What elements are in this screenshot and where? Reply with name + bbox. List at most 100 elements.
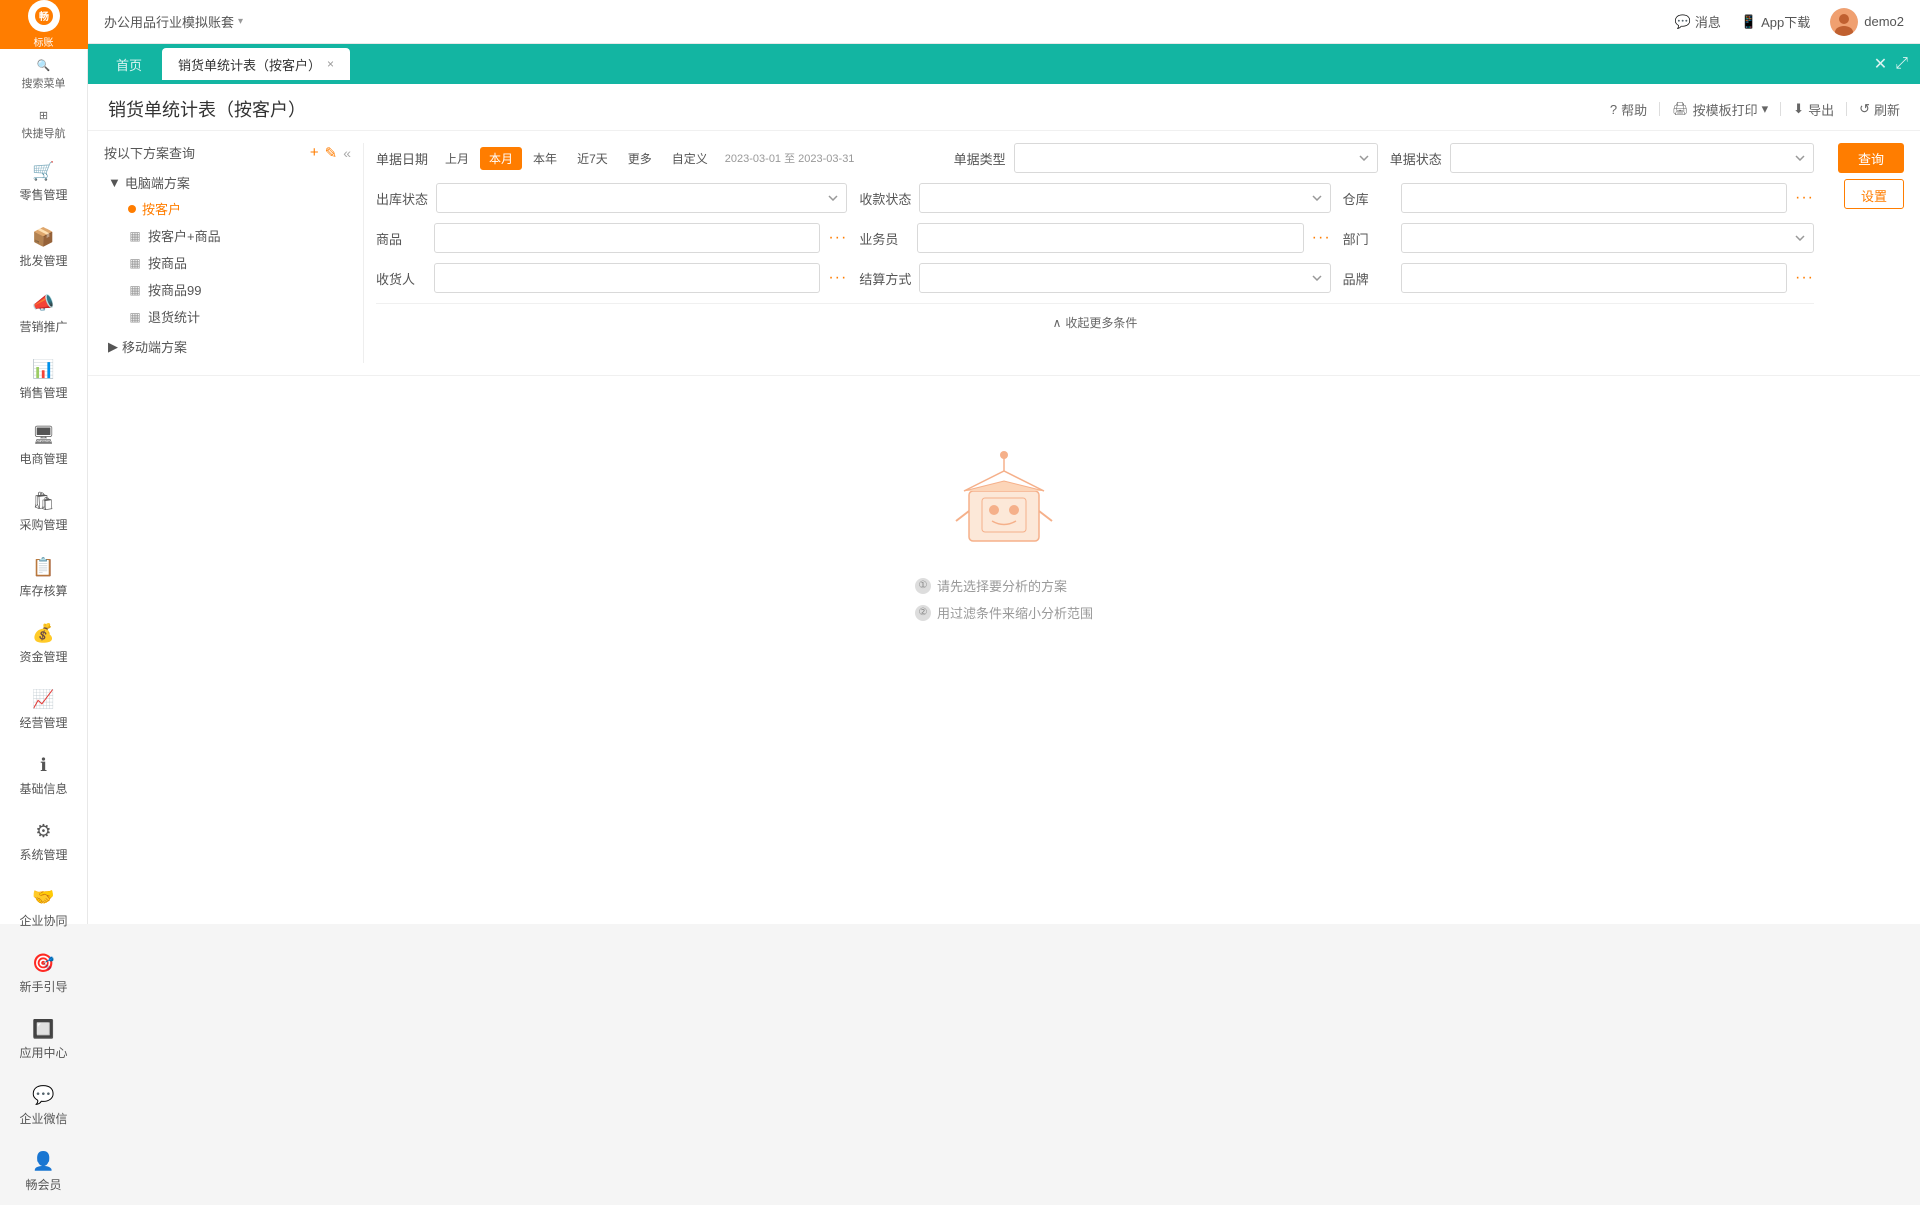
sidebar-item-15[interactable]: 👤 畅会员: [19, 1139, 67, 1205]
scheme-item-label: 按客户+商品: [148, 226, 221, 245]
receiver-label: 收货人: [376, 269, 426, 288]
sidebar-item-8[interactable]: 📈 经营管理: [19, 677, 67, 743]
date-preset-0[interactable]: 上月: [436, 147, 478, 170]
export-button[interactable]: ⬇ 导出: [1793, 100, 1834, 119]
sidebar-item-11[interactable]: 🤝 企业协同: [19, 875, 67, 941]
sidebar-item-5[interactable]: 🛍 采购管理: [19, 479, 67, 545]
receiver-input[interactable]: [434, 263, 820, 293]
search-icon: 🔍: [37, 59, 51, 72]
scheme-group-header-0[interactable]: ▼ 电脑端方案: [104, 170, 351, 195]
scheme-item-0-0[interactable]: 按客户: [104, 195, 351, 222]
payment-label: 收款状态: [859, 189, 911, 208]
sidebar-label-15: 畅会员: [25, 1176, 61, 1193]
goods-dots[interactable]: ···: [828, 229, 847, 247]
sidebar-label-9: 基础信息: [19, 780, 67, 797]
industry-selector[interactable]: 办公用品行业模拟账套 ▾: [104, 12, 243, 31]
tab-home-label: 首页: [116, 55, 142, 74]
print-arrow: ▾: [1762, 101, 1769, 117]
scheme-item-0-1[interactable]: ▦ 按客户+商品: [104, 222, 351, 249]
restore-icon[interactable]: ✕: [1874, 54, 1887, 74]
sidebar-item-14[interactable]: 💬 企业微信: [19, 1073, 67, 1139]
salesperson-dots[interactable]: ···: [1312, 229, 1331, 247]
sidebar-item-9[interactable]: ℹ 基础信息: [19, 743, 67, 809]
app-download-button[interactable]: 📱 App下载: [1741, 12, 1810, 31]
sidebar-item-4[interactable]: 🖥 电商管理: [19, 413, 67, 479]
scheme-group-header-1[interactable]: ▶ 移动端方案: [104, 334, 351, 359]
filter-right-section: 单据日期 上月本月本年近7天更多自定义 2023-03-01 至 2023-03…: [376, 143, 1904, 363]
query-button[interactable]: 查询: [1838, 143, 1904, 173]
sidebar-item-10[interactable]: ⚙ 系统管理: [19, 809, 67, 875]
search-menu-item[interactable]: 🔍 搜索菜单: [0, 49, 87, 101]
tab-close-icon[interactable]: ×: [327, 57, 334, 71]
salesperson-input[interactable]: [917, 223, 1303, 253]
warehouse-dots[interactable]: ···: [1795, 189, 1814, 207]
empty-tip-2: ② 用过滤条件来缩小分析范围: [915, 603, 1093, 622]
empty-illustration: [944, 436, 1064, 556]
quick-nav-item[interactable]: ⊞ 快捷导航: [0, 101, 87, 149]
order-status-select[interactable]: [1450, 143, 1814, 173]
date-preset-1[interactable]: 本月: [480, 147, 522, 170]
sidebar-item-6[interactable]: 📋 库存核算: [19, 545, 67, 611]
receiver-field: 收货人 ···: [376, 263, 847, 293]
search-label: 搜索菜单: [22, 75, 66, 91]
brand-input[interactable]: [1401, 263, 1787, 293]
action-buttons: 查询 设置: [1838, 143, 1904, 363]
date-preset-3[interactable]: 近7天: [568, 147, 617, 170]
scheme-item-label: 按商品: [148, 253, 187, 272]
warehouse-input[interactable]: [1401, 183, 1787, 213]
order-type-select[interactable]: [1014, 143, 1378, 173]
sidebar-item-1[interactable]: 📦 批发管理: [19, 215, 67, 281]
user-profile[interactable]: demo2: [1830, 8, 1904, 36]
edit-scheme-button[interactable]: ✎: [325, 144, 338, 162]
stock-out-select[interactable]: [436, 183, 847, 213]
sidebar-item-2[interactable]: 📣 营销推广: [19, 281, 67, 347]
settlement-select[interactable]: [919, 263, 1330, 293]
warehouse-label: 仓库: [1343, 189, 1393, 208]
username-label: demo2: [1864, 14, 1904, 29]
settings-button[interactable]: 设置: [1844, 179, 1904, 209]
department-select[interactable]: [1401, 223, 1814, 253]
collapse-more-button[interactable]: ∧ 收起更多条件: [1041, 310, 1150, 335]
scheme-item-0-3[interactable]: ▦按商品99: [104, 276, 351, 303]
maximize-icon[interactable]: ⤢: [1895, 55, 1908, 73]
help-button[interactable]: ? 帮助: [1610, 100, 1647, 119]
scheme-icon: ▦: [128, 256, 142, 270]
sidebar-icon-12: 🎯: [32, 953, 54, 974]
sidebar-label-0: 零售管理: [19, 186, 67, 203]
tab-home[interactable]: 首页: [100, 48, 158, 80]
add-scheme-button[interactable]: +: [310, 144, 319, 161]
order-type-label: 单据类型: [954, 149, 1006, 168]
sidebar-item-7[interactable]: 💰 资金管理: [19, 611, 67, 677]
app-logo[interactable]: 畅 标账: [0, 0, 88, 49]
print-button[interactable]: 🖨 按模板打印 ▾: [1672, 100, 1768, 119]
scheme-item-0-2[interactable]: ▦ 按商品: [104, 249, 351, 276]
scheme-item-0-4[interactable]: ▦退货统计: [104, 303, 351, 330]
payment-select[interactable]: [919, 183, 1330, 213]
message-button[interactable]: 💬 消息: [1675, 12, 1721, 31]
sidebar-item-13[interactable]: 🔲 应用中心: [19, 1007, 67, 1073]
tip-num-2: ②: [915, 605, 931, 621]
brand-dots[interactable]: ···: [1795, 269, 1814, 287]
sidebar-icon-15: 👤: [32, 1151, 54, 1172]
collapse-row: ∧ 收起更多条件: [376, 303, 1814, 341]
sidebar-item-3[interactable]: 📊 销售管理: [19, 347, 67, 413]
sidebar-item-12[interactable]: 🎯 新手引导: [19, 941, 67, 1007]
date-preset-4[interactable]: 更多: [619, 147, 661, 170]
receiver-dots[interactable]: ···: [828, 269, 847, 287]
sidebar-item-0[interactable]: 🛒 零售管理: [19, 149, 67, 215]
tab-current[interactable]: 销货单统计表（按客户） ×: [162, 48, 350, 80]
industry-name: 办公用品行业模拟账套: [104, 12, 234, 31]
header-right: 💬 消息 📱 App下载 demo2: [1675, 8, 1904, 36]
logo-icon: 畅: [28, 0, 60, 32]
tip-num-1: ①: [915, 578, 931, 594]
tab-current-label: 销货单统计表（按客户）: [178, 55, 321, 74]
sidebar-icon-10: ⚙: [35, 821, 51, 842]
date-preset-2[interactable]: 本年: [524, 147, 566, 170]
goods-input[interactable]: [434, 223, 820, 253]
refresh-button[interactable]: ↺ 刷新: [1859, 100, 1900, 119]
sidebar-label-13: 应用中心: [19, 1044, 67, 1061]
collapse-scheme-button[interactable]: «: [343, 145, 351, 161]
scheme-icon: ▦: [128, 229, 142, 243]
header-left: 办公用品行业模拟账套 ▾: [104, 12, 243, 31]
date-preset-5[interactable]: 自定义: [663, 147, 717, 170]
